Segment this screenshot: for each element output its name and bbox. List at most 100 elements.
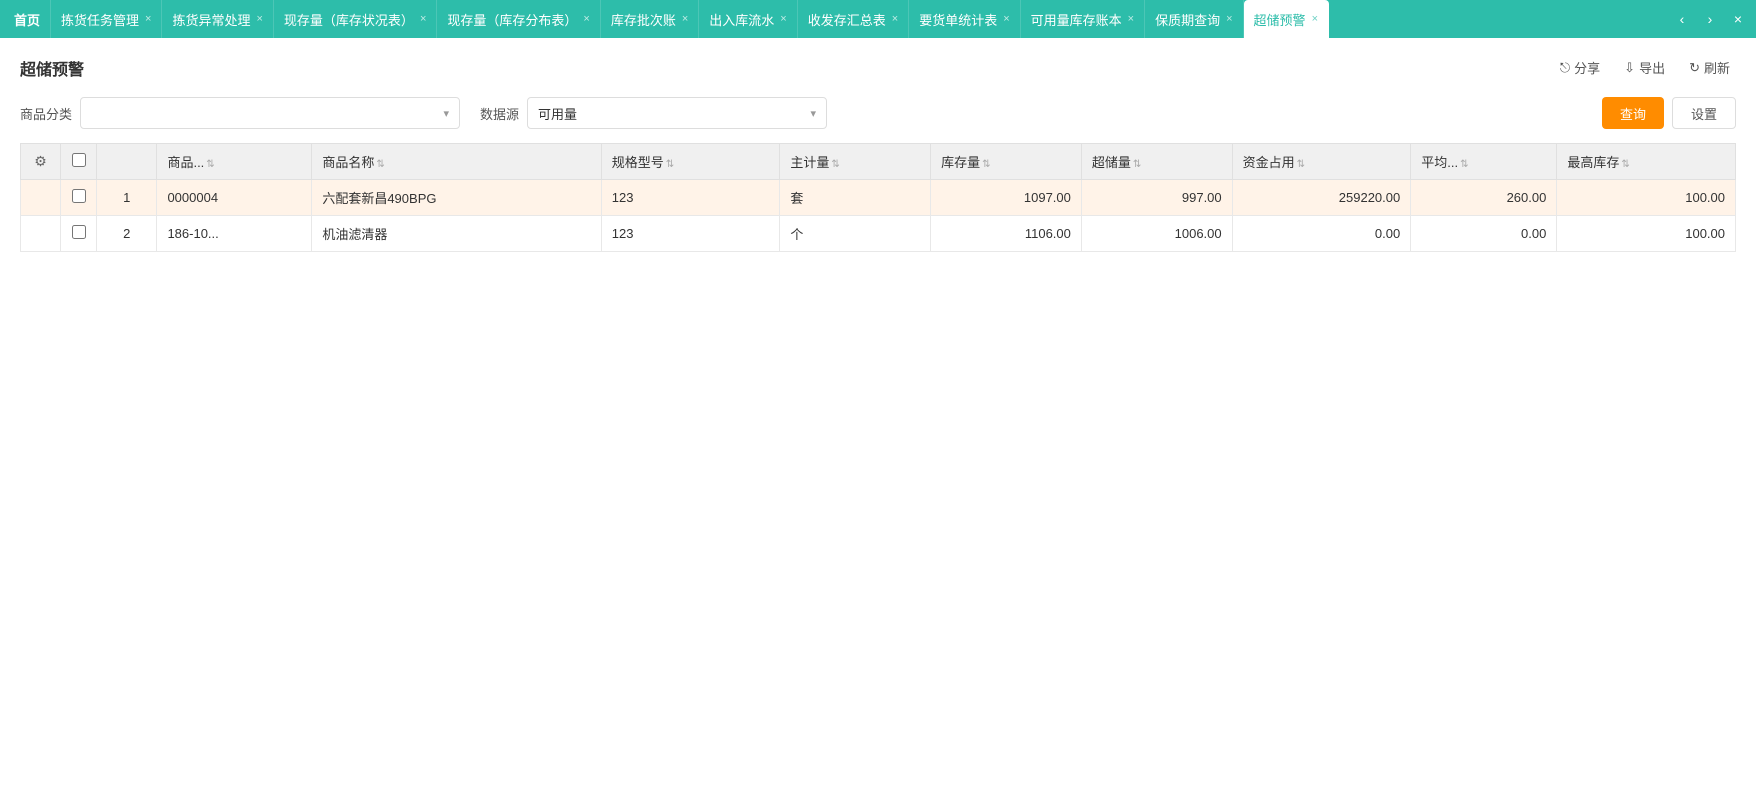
export-button[interactable]: ⇩ 导出: [1618, 54, 1671, 81]
nav-arrows: ‹ › ×: [1668, 0, 1752, 38]
refresh-label: 刷新: [1704, 58, 1730, 77]
row-product-name-1: 机油滤清器: [312, 216, 601, 252]
row-checkbox-cell-0: [61, 180, 97, 216]
nav-tab-7[interactable]: 要货单统计表 ×: [909, 0, 1020, 38]
row-checkbox-0[interactable]: [72, 189, 86, 203]
row-spec-0: 123: [601, 180, 780, 216]
nav-tab-close-9[interactable]: ×: [1226, 13, 1232, 25]
row-product-name-0: 六配套新昌490BPG: [312, 180, 601, 216]
nav-tab-close-8[interactable]: ×: [1128, 13, 1134, 25]
col-settings: ⚙: [21, 144, 61, 180]
nav-prev-arrow[interactable]: ‹: [1668, 0, 1696, 38]
header-actions: ⎋ 分享 ⇩ 导出 ↻ 刷新: [1554, 54, 1736, 81]
nav-tab-1[interactable]: 拣货异常处理×: [162, 0, 273, 38]
row-unit-0: 套: [780, 180, 931, 216]
table-header-row: ⚙ 商品...⇅ 商品名称⇅ 规格型号⇅ 主计量⇅ 库存量⇅ 超储量⇅ 资金占用…: [21, 144, 1736, 180]
col-over-stock[interactable]: 超储量⇅: [1081, 144, 1232, 180]
col-avg[interactable]: 平均...⇅: [1411, 144, 1557, 180]
export-label: 导出: [1639, 58, 1665, 77]
nav-tab-6[interactable]: 收发存汇总表 ×: [798, 0, 909, 38]
nav-tab-label-10: 超储预警: [1254, 10, 1306, 29]
col-spec[interactable]: 规格型号⇅: [601, 144, 780, 180]
nav-tab-8[interactable]: 可用量库存账本 ×: [1021, 0, 1145, 38]
nav-next-arrow[interactable]: ›: [1696, 0, 1724, 38]
nav-tab-9[interactable]: 保质期查询 ×: [1145, 0, 1243, 38]
nav-tab-close-6[interactable]: ×: [892, 13, 898, 25]
col-stock[interactable]: 库存量⇅: [931, 144, 1082, 180]
row-avg-1: 0.00: [1411, 216, 1557, 252]
row-checkbox-cell-1: [61, 216, 97, 252]
select-all-checkbox[interactable]: [72, 153, 86, 167]
nav-tab-close-0[interactable]: ×: [145, 13, 151, 25]
nav-tab-close-7[interactable]: ×: [1003, 13, 1009, 25]
col-index: [97, 144, 157, 180]
col-unit[interactable]: 主计量⇅: [780, 144, 931, 180]
nav-tab-label-8: 可用量库存账本: [1031, 10, 1122, 29]
sort-icon-product-code: ⇅: [206, 159, 214, 170]
nav-tab-0[interactable]: 拣货任务管理 ×: [51, 0, 162, 38]
page-title: 超储预警: [20, 56, 84, 80]
nav-tab-label-5: 出入库流水: [709, 10, 774, 29]
nav-tab-close-1[interactable]: ×: [256, 13, 262, 25]
col-checkbox: [61, 144, 97, 180]
row-over-stock-1: 1006.00: [1081, 216, 1232, 252]
col-product-code[interactable]: 商品...⇅: [157, 144, 312, 180]
nav-tab-3[interactable]: 现存量（库存分布表）×: [437, 0, 600, 38]
filter-buttons: 查询 设置: [1602, 97, 1736, 129]
commodity-select[interactable]: ▾: [80, 97, 460, 129]
nav-home[interactable]: 首页: [4, 0, 51, 38]
nav-home-label: 首页: [14, 10, 40, 29]
nav-tab-close-4[interactable]: ×: [682, 13, 688, 25]
nav-tab-close-3[interactable]: ×: [583, 13, 589, 25]
sort-icon-spec: ⇅: [666, 159, 674, 170]
filter-row: 商品分类 ▾ 数据源 可用量 ▾ 查询 设置: [20, 97, 1736, 129]
query-button[interactable]: 查询: [1602, 97, 1664, 129]
commodity-filter: 商品分类 ▾: [20, 97, 460, 129]
datasource-select[interactable]: 可用量 ▾: [527, 97, 827, 129]
nav-tab-2[interactable]: 现存量（库存状况表）×: [274, 0, 437, 38]
sort-icon-avg: ⇅: [1460, 159, 1468, 170]
nav-tab-close-2[interactable]: ×: [420, 13, 426, 25]
row-checkbox-1[interactable]: [72, 225, 86, 239]
nav-tab-label-6: 收发存汇总表: [808, 10, 886, 29]
table-row: 2 186-10... 机油滤清器 123 个 1106.00 1006.00 …: [21, 216, 1736, 252]
nav-tab-label-7: 要货单统计表: [919, 10, 997, 29]
col-product-name[interactable]: 商品名称⇅: [312, 144, 601, 180]
nav-bar: 首页 拣货任务管理×拣货异常处理×现存量（库存状况表）×现存量（库存分布表）×库…: [0, 0, 1756, 38]
settings-button[interactable]: 设置: [1672, 97, 1736, 129]
refresh-icon: ↻: [1689, 60, 1700, 76]
commodity-filter-label: 商品分类: [20, 104, 72, 123]
datasource-filter-label: 数据源: [480, 104, 519, 123]
row-over-stock-0: 997.00: [1081, 180, 1232, 216]
row-stock-0: 1097.00: [931, 180, 1082, 216]
row-max-stock-1: 100.00: [1557, 216, 1736, 252]
export-icon: ⇩: [1624, 60, 1635, 76]
page-header: 超储预警 ⎋ 分享 ⇩ 导出 ↻ 刷新: [20, 54, 1736, 81]
nav-tab-label-0: 拣货任务管理: [61, 10, 139, 29]
nav-tab-5[interactable]: 出入库流水 ×: [699, 0, 797, 38]
page-container: 超储预警 ⎋ 分享 ⇩ 导出 ↻ 刷新 商品分类 ▾ 数据源: [0, 38, 1756, 800]
sort-icon-stock: ⇅: [982, 159, 990, 170]
share-icon: ⎋: [1560, 60, 1570, 76]
gear-icon[interactable]: ⚙: [34, 153, 47, 169]
row-spec-1: 123: [601, 216, 780, 252]
nav-tab-close-5[interactable]: ×: [780, 13, 786, 25]
datasource-filter: 数据源 可用量 ▾: [480, 97, 827, 129]
nav-tab-4[interactable]: 库存批次账×: [601, 0, 699, 38]
share-button[interactable]: ⎋ 分享: [1554, 54, 1606, 81]
datasource-select-chevron: ▾: [811, 107, 817, 120]
sort-icon-max-stock: ⇅: [1621, 159, 1629, 170]
table-row: 1 0000004 六配套新昌490BPG 123 套 1097.00 997.…: [21, 180, 1736, 216]
refresh-button[interactable]: ↻ 刷新: [1683, 54, 1736, 81]
nav-tab-close-10[interactable]: ×: [1312, 13, 1318, 25]
row-product-code-1: 186-10...: [157, 216, 312, 252]
col-capital[interactable]: 资金占用⇅: [1232, 144, 1411, 180]
nav-tab-10[interactable]: 超储预警 ×: [1244, 0, 1329, 38]
sort-icon-over-stock: ⇅: [1133, 159, 1141, 170]
nav-close-arrow[interactable]: ×: [1724, 0, 1752, 38]
col-max-stock[interactable]: 最高库存⇅: [1557, 144, 1736, 180]
row-settings-0: [21, 180, 61, 216]
row-settings-1: [21, 216, 61, 252]
nav-tab-label-9: 保质期查询: [1155, 10, 1220, 29]
data-table: ⚙ 商品...⇅ 商品名称⇅ 规格型号⇅ 主计量⇅ 库存量⇅ 超储量⇅ 资金占用…: [20, 143, 1736, 252]
